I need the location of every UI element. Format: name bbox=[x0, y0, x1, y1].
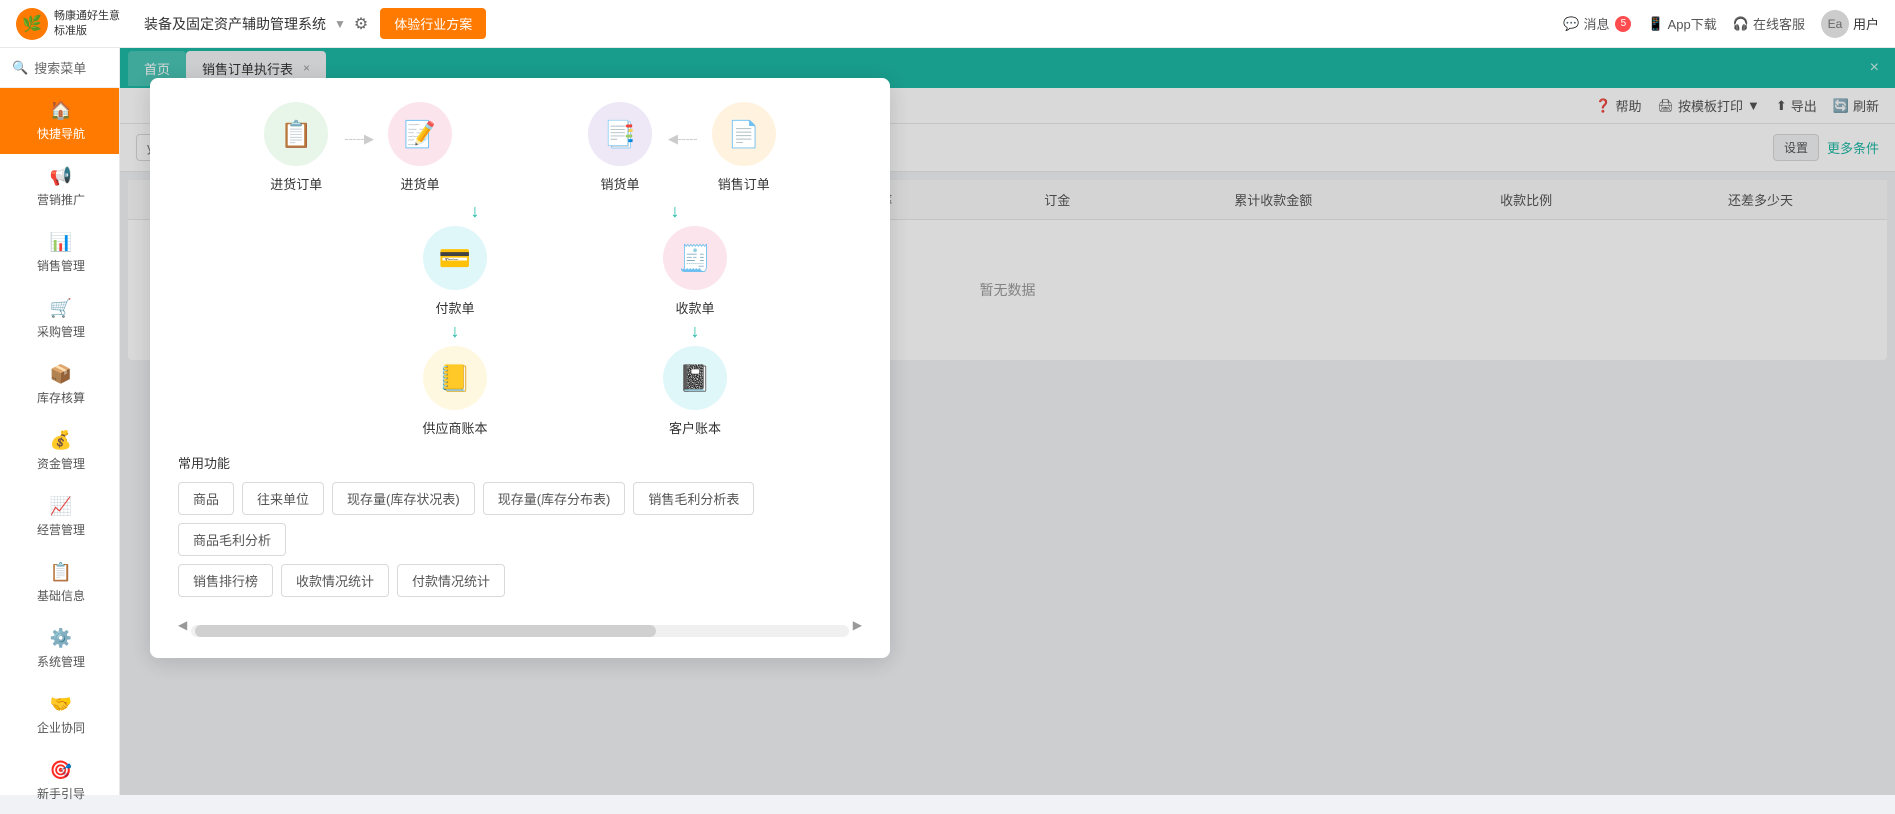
payment-bill-circle: 💳 bbox=[423, 226, 487, 290]
header-right: 💬 消息 5 📱 App下载 🎧 在线客服 Ea 用户 bbox=[1563, 10, 1879, 38]
func-btn-partners[interactable]: 往来单位 bbox=[242, 482, 324, 515]
func-btn-stock-dist[interactable]: 现存量(库存分布表) bbox=[483, 482, 626, 515]
sidebar: 🔍 搜索菜单 🏠 快捷导航 📢 营销推广 📊 销售管理 🛒 采购管理 📦 库存核… bbox=[0, 48, 120, 795]
sidebar-item-quick-nav[interactable]: 🏠 快捷导航 bbox=[0, 88, 119, 154]
receipt-bill-circle: 🧾 bbox=[663, 226, 727, 290]
basic-icon: 📋 bbox=[50, 562, 72, 583]
func-btn-stock-status[interactable]: 现存量(库存状况表) bbox=[332, 482, 475, 515]
enterprise-icon: 🤝 bbox=[50, 694, 72, 715]
dropdown-icon[interactable]: ▼ bbox=[334, 17, 346, 31]
flow-node-sales-bill[interactable]: 📑 销货单 bbox=[580, 102, 660, 193]
modal-scrollbar[interactable] bbox=[191, 625, 849, 637]
arrow-purchase-order-to-bill: - - - - - ▶ bbox=[344, 131, 372, 147]
sales-order-label: 销售订单 bbox=[718, 174, 770, 193]
sidebar-item-system[interactable]: ⚙️ 系统管理 bbox=[0, 616, 119, 682]
common-functions-title: 常用功能 bbox=[178, 453, 862, 472]
system-title: 装备及固定资产辅助管理系统 ▼ bbox=[144, 14, 346, 34]
flow-node-purchase-order[interactable]: 📋 进货订单 bbox=[256, 102, 336, 193]
avatar: Ea bbox=[1821, 10, 1849, 38]
sales-icon: 📊 bbox=[50, 232, 72, 253]
user-item[interactable]: Ea 用户 bbox=[1821, 10, 1879, 38]
message-icon: 💬 bbox=[1563, 16, 1579, 32]
customer-ledger-label: 客户账本 bbox=[669, 418, 721, 437]
common-functions: 常用功能 商品 往来单位 现存量(库存状况表) 现存量(库存分布表) 销售毛利分… bbox=[178, 453, 862, 597]
function-buttons: 商品 往来单位 现存量(库存状况表) 现存量(库存分布表) 销售毛利分析表 商品… bbox=[178, 482, 862, 556]
customer-ledger-circle: 📓 bbox=[663, 346, 727, 410]
flow-node-purchase-bill[interactable]: 📝 进货单 bbox=[380, 102, 460, 193]
flow-node-receipt-bill[interactable]: 🧾 收款单 bbox=[655, 226, 735, 317]
supplier-ledger-circle: 📒 bbox=[423, 346, 487, 410]
supplier-ledger-label: 供应商账本 bbox=[422, 418, 487, 437]
logo-text: 畅康通好生意 标准版 bbox=[54, 9, 120, 38]
function-buttons-row2: 销售排行榜 收款情况统计 付款情况统计 bbox=[178, 564, 862, 597]
newbie-icon: 🎯 bbox=[50, 760, 72, 781]
sidebar-item-enterprise[interactable]: 🤝 企业协同 bbox=[0, 682, 119, 748]
func-btn-sales-gross[interactable]: 销售毛利分析表 bbox=[633, 482, 754, 515]
arrow-sales-order-to-bill: ◀ - - - - - bbox=[668, 131, 696, 147]
sidebar-item-marketing[interactable]: 📢 营销推广 bbox=[0, 154, 119, 220]
sales-bill-label: 销货单 bbox=[600, 174, 639, 193]
flow-node-sales-order[interactable]: 📄 销售订单 bbox=[704, 102, 784, 193]
func-btn-sales-rank[interactable]: 销售排行榜 bbox=[178, 564, 273, 597]
service-icon: 🎧 bbox=[1733, 16, 1749, 32]
purchase-order-circle: 📋 bbox=[264, 102, 328, 166]
message-item[interactable]: 💬 消息 5 bbox=[1563, 14, 1631, 33]
app-download-item[interactable]: 📱 App下载 bbox=[1647, 14, 1716, 33]
receipt-bill-label: 收款单 bbox=[675, 298, 714, 317]
func-btn-payment-stats[interactable]: 付款情况统计 bbox=[397, 564, 505, 597]
scroll-left-icon[interactable]: ◀ bbox=[178, 618, 187, 632]
sidebar-item-finance[interactable]: 💰 资金管理 bbox=[0, 418, 119, 484]
func-btn-receipt-stats[interactable]: 收款情况统计 bbox=[281, 564, 389, 597]
purchase-order-label: 进货订单 bbox=[270, 174, 322, 193]
modal-overlay: 📋 进货订单 - - - - - ▶ 📝 进货单 bbox=[120, 48, 1895, 795]
scrollbar-thumb bbox=[195, 625, 655, 637]
func-btn-product-gross[interactable]: 商品毛利分析 bbox=[178, 523, 286, 556]
app-icon: 📱 bbox=[1647, 16, 1663, 32]
marketing-icon: 📢 bbox=[50, 166, 72, 187]
system-icon: ⚙️ bbox=[50, 628, 72, 649]
scroll-right-icon[interactable]: ▶ bbox=[853, 618, 862, 632]
logo-icon: 🌿 bbox=[16, 8, 48, 40]
message-badge: 5 bbox=[1615, 16, 1631, 32]
content-area: 首页 销售订单执行表 × × ❓ 帮助 🖨 按模板打印 bbox=[120, 48, 1895, 795]
online-service-item[interactable]: 🎧 在线客服 bbox=[1733, 14, 1805, 33]
top-header: 🌿 畅康通好生意 标准版 装备及固定资产辅助管理系统 ▼ ⚙ 体验行业方案 💬 … bbox=[0, 0, 1895, 48]
flow-node-payment-bill[interactable]: 💳 付款单 bbox=[415, 226, 495, 317]
purchase-icon: 🛒 bbox=[50, 298, 72, 319]
sidebar-item-sales[interactable]: 📊 销售管理 bbox=[0, 220, 119, 286]
sidebar-item-operation[interactable]: 📈 经营管理 bbox=[0, 484, 119, 550]
logo-area: 🌿 畅康通好生意 标准版 bbox=[16, 8, 136, 40]
search-menu-item[interactable]: 🔍 搜索菜单 bbox=[0, 48, 119, 88]
settings-icon[interactable]: ⚙ bbox=[354, 14, 368, 34]
purchase-bill-circle: 📝 bbox=[388, 102, 452, 166]
main-layout: 🔍 搜索菜单 🏠 快捷导航 📢 营销推广 📊 销售管理 🛒 采购管理 📦 库存核… bbox=[0, 48, 1895, 795]
finance-icon: 💰 bbox=[50, 430, 72, 451]
sales-bill-circle: 📑 bbox=[588, 102, 652, 166]
trial-button[interactable]: 体验行业方案 bbox=[380, 8, 486, 39]
sidebar-item-purchase[interactable]: 🛒 采购管理 bbox=[0, 286, 119, 352]
inventory-icon: 📦 bbox=[50, 364, 72, 385]
user-name: 用户 bbox=[1853, 14, 1879, 33]
operation-icon: 📈 bbox=[50, 496, 72, 517]
flow-node-supplier-ledger[interactable]: 📒 供应商账本 bbox=[415, 346, 495, 437]
sidebar-item-newbie[interactable]: 🎯 新手引导 bbox=[0, 748, 119, 814]
modal: 📋 进货订单 - - - - - ▶ 📝 进货单 bbox=[150, 78, 890, 658]
sales-order-circle: 📄 bbox=[712, 102, 776, 166]
payment-bill-label: 付款单 bbox=[435, 298, 474, 317]
search-icon: 🔍 bbox=[12, 60, 28, 76]
func-btn-product[interactable]: 商品 bbox=[178, 482, 234, 515]
home-icon: 🏠 bbox=[50, 100, 72, 121]
sidebar-item-basic[interactable]: 📋 基础信息 bbox=[0, 550, 119, 616]
purchase-bill-label: 进货单 bbox=[400, 174, 439, 193]
sidebar-item-inventory[interactable]: 📦 库存核算 bbox=[0, 352, 119, 418]
flow-node-customer-ledger[interactable]: 📓 客户账本 bbox=[655, 346, 735, 437]
